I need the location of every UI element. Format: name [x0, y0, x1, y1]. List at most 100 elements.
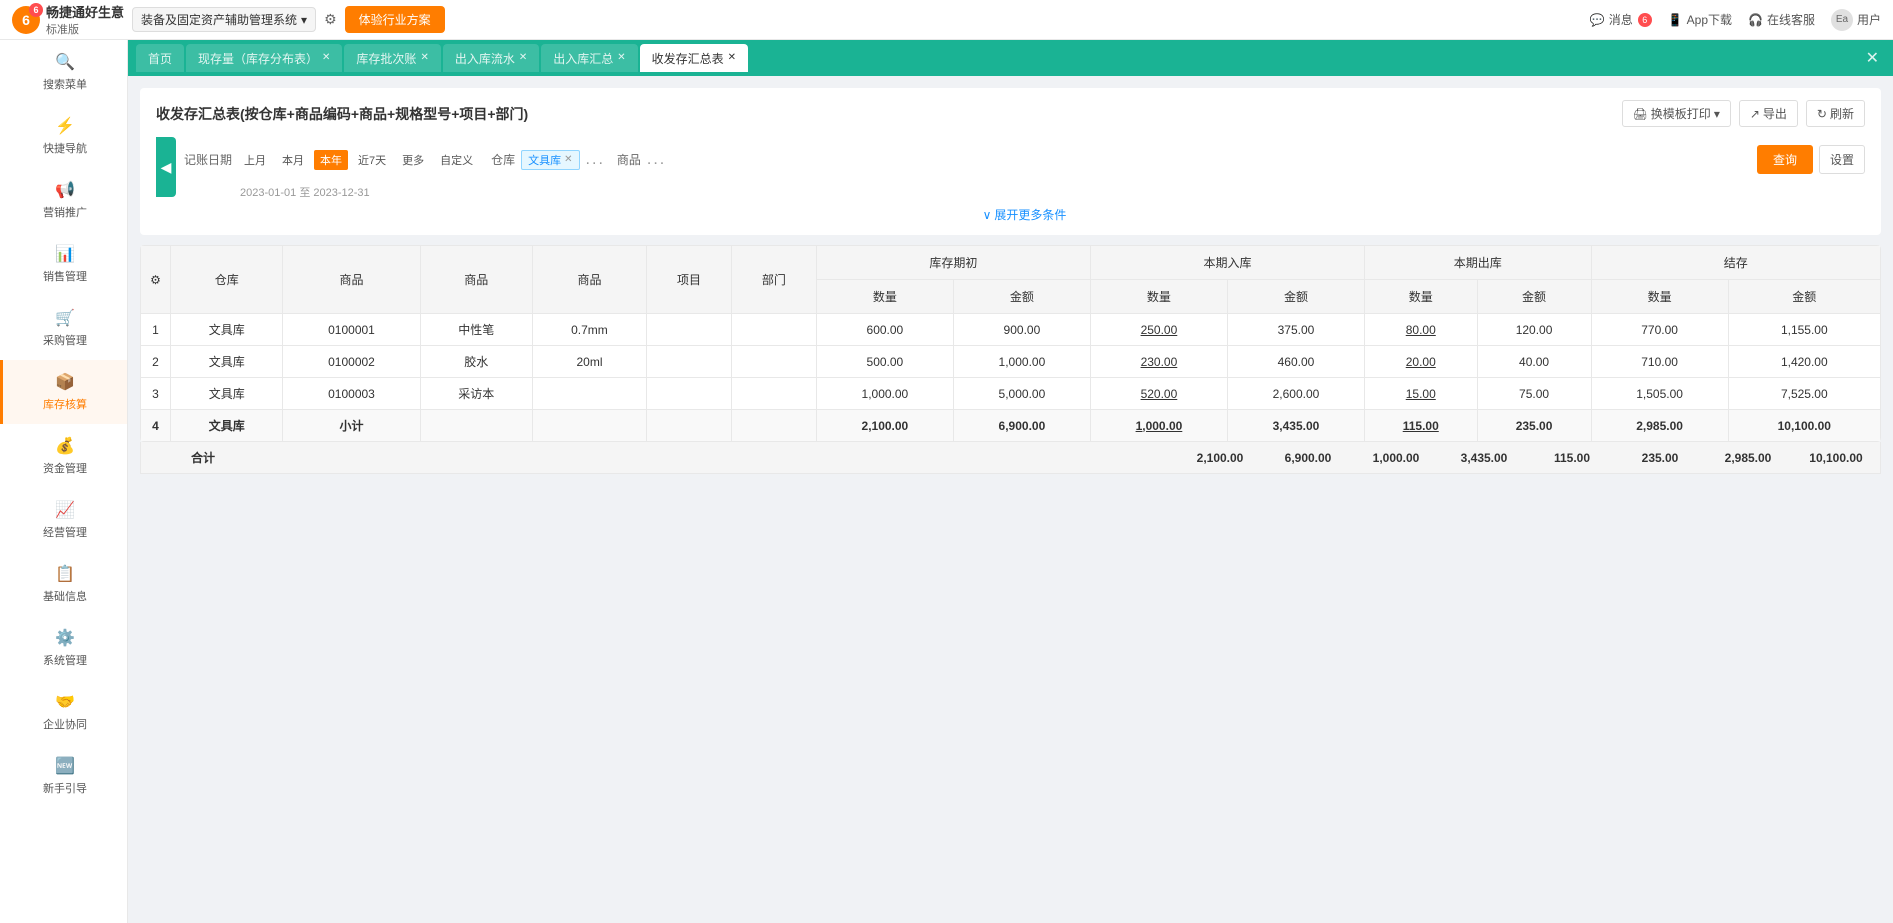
product-more-btn[interactable]: ...: [647, 151, 666, 169]
close-icon[interactable]: ✕: [728, 53, 736, 63]
th-in-group: 本期入库: [1090, 246, 1364, 280]
close-icon[interactable]: ✕: [617, 53, 625, 63]
page-title: 收发存汇总表(按仓库+商品编码+商品+规格型号+项目+部门): [156, 104, 528, 124]
gear-icon[interactable]: ⚙: [324, 11, 337, 28]
tab-inventory-dist[interactable]: 现存量（库存分布表） ✕: [186, 44, 342, 72]
collapse-button[interactable]: ◀: [156, 137, 176, 197]
row-project: [646, 346, 731, 378]
tab-label: 首页: [148, 50, 172, 67]
close-icon[interactable]: ✕: [420, 53, 428, 63]
row-op-amt: 900.00: [953, 314, 1090, 346]
th-in-qty: 数量: [1090, 280, 1227, 314]
close-icon[interactable]: ✕: [322, 53, 330, 63]
row-no: 2: [141, 346, 171, 378]
row-out-qty[interactable]: 80.00: [1364, 314, 1477, 346]
query-button[interactable]: 查询: [1757, 145, 1813, 174]
row-in-amt: 2,600.00: [1227, 378, 1364, 410]
subtotal-label: 小计: [283, 410, 420, 442]
chevron-down-icon: ▾: [301, 13, 307, 27]
page-actions: 🖨 换模板打印 ▾ ↗ 导出 ↻ 刷新: [1622, 100, 1865, 127]
tab-batch[interactable]: 库存批次账 ✕: [344, 44, 440, 72]
row-out-amt: 120.00: [1477, 314, 1591, 346]
refresh-button[interactable]: ↻ 刷新: [1806, 100, 1865, 127]
date-btn-7days[interactable]: 近7天: [352, 150, 392, 170]
row-in-qty[interactable]: 250.00: [1090, 314, 1227, 346]
sidebar-item-enterprise[interactable]: 🤝 企业协同: [0, 680, 127, 744]
sidebar-item-quick-nav[interactable]: ⚡ 快捷导航: [0, 104, 127, 168]
close-icon[interactable]: ✕: [519, 53, 527, 63]
export-button[interactable]: ↗ 导出: [1739, 100, 1798, 127]
row-out-qty[interactable]: 20.00: [1364, 346, 1477, 378]
subtotal-op-amt: 6,900.00: [953, 410, 1090, 442]
row-warehouse: 文具库: [171, 346, 283, 378]
subtotal-out-qty[interactable]: 115.00: [1364, 410, 1477, 442]
new-icon: 🆕: [55, 756, 75, 776]
sidebar-item-search[interactable]: 🔍 搜索菜单: [0, 40, 127, 104]
chevron-down-icon2: ∨: [983, 208, 992, 222]
tab-receive-dispatch[interactable]: 收发存汇总表 ✕: [640, 44, 748, 72]
row-code: 0100002: [283, 346, 420, 378]
sidebar-item-inventory[interactable]: 📦 库存核算: [0, 360, 127, 424]
date-btn-more[interactable]: 更多: [396, 150, 430, 170]
date-range-row: 2023-01-01 至 2023-12-31: [184, 184, 1865, 200]
lightning-icon: ⚡: [55, 116, 75, 136]
refresh-icon: ↻: [1817, 107, 1827, 121]
sidebar-item-sales[interactable]: 📊 销售管理: [0, 232, 127, 296]
layout: 🔍 搜索菜单 ⚡ 快捷导航 📢 营销推广 📊 销售管理 🛒 采购管理 📦 库存核…: [0, 40, 1893, 923]
filter-settings-button[interactable]: 设置: [1819, 145, 1865, 174]
trial-button[interactable]: 体验行业方案: [345, 6, 445, 33]
header-right: 💬 消息 6 📱 App下载 🎧 在线客服 Ea 用户: [1590, 9, 1881, 31]
sidebar-item-marketing[interactable]: 📢 营销推广: [0, 168, 127, 232]
sidebar-item-finance[interactable]: 💰 资金管理: [0, 424, 127, 488]
remove-warehouse-icon[interactable]: ✕: [564, 154, 572, 165]
subtotal-empty3: [646, 410, 731, 442]
warehouse-filter-section: 仓库 文具库 ✕ ...: [491, 150, 605, 170]
date-btn-this-month[interactable]: 本月: [276, 150, 310, 170]
message-btn[interactable]: 💬 消息 6: [1590, 11, 1652, 28]
tab-summary[interactable]: 出入库汇总 ✕: [541, 44, 637, 72]
date-range-text: 2023-01-01 至 2023-12-31: [240, 187, 370, 199]
row-project: [646, 314, 731, 346]
date-btn-last-month[interactable]: 上月: [238, 150, 272, 170]
warehouse-more-btn[interactable]: ...: [586, 151, 605, 169]
warehouse-tag-label: 文具库: [528, 152, 561, 168]
warehouse-tag[interactable]: 文具库 ✕: [521, 150, 579, 170]
row-out-qty[interactable]: 15.00: [1364, 378, 1477, 410]
row-in-qty[interactable]: 230.00: [1090, 346, 1227, 378]
table-row: 1 文具库 0100001 中性笔 0.7mm 600.00 900.00 25…: [141, 314, 1881, 346]
row-cl-amt: 1,420.00: [1728, 346, 1880, 378]
date-btn-this-year[interactable]: 本年: [314, 150, 348, 170]
date-btn-custom[interactable]: 自定义: [434, 150, 479, 170]
handshake-icon: 🤝: [55, 692, 75, 712]
sidebar-item-purchase[interactable]: 🛒 采购管理: [0, 296, 127, 360]
sidebar-item-operations[interactable]: 📈 经营管理: [0, 488, 127, 552]
sidebar-item-basic-info[interactable]: 📋 基础信息: [0, 552, 127, 616]
sidebar-item-guide[interactable]: 🆕 新手引导: [0, 744, 127, 808]
close-all-icon[interactable]: ✕: [1860, 48, 1885, 69]
user-btn[interactable]: Ea 用户: [1831, 9, 1881, 31]
sidebar-item-system[interactable]: ⚙️ 系统管理: [0, 616, 127, 680]
online-service-btn[interactable]: 🎧 在线客服: [1748, 11, 1815, 28]
print-button[interactable]: 🖨 换模板打印 ▾: [1622, 100, 1731, 127]
row-dept: [731, 314, 816, 346]
expand-more-conditions[interactable]: ∨ 展开更多条件: [983, 206, 1067, 223]
subtotal-in-qty[interactable]: 1,000.00: [1090, 410, 1227, 442]
logo-icon: 6 6: [12, 6, 40, 34]
row-code: 0100003: [283, 378, 420, 410]
gear2-icon: ⚙️: [55, 628, 75, 648]
sidebar-item-label: 新手引导: [43, 780, 87, 796]
sidebar-item-label: 快捷导航: [43, 140, 87, 156]
message-badge: 6: [1638, 13, 1652, 27]
tab-flow[interactable]: 出入库流水 ✕: [443, 44, 539, 72]
tab-bar: 首页 现存量（库存分布表） ✕ 库存批次账 ✕ 出入库流水 ✕ 出入库汇总 ✕ …: [128, 40, 1893, 76]
row-op-qty: 1,000.00: [816, 378, 953, 410]
th-out-qty: 数量: [1364, 280, 1477, 314]
sidebar-item-label: 营销推广: [43, 204, 87, 220]
table-row: 3 文具库 0100003 采访本 1,000.00 5,000.00 520.…: [141, 378, 1881, 410]
tab-home[interactable]: 首页: [136, 44, 184, 72]
app-download-btn[interactable]: 📱 App下载: [1668, 11, 1732, 28]
row-in-qty[interactable]: 520.00: [1090, 378, 1227, 410]
system-selector[interactable]: 装备及固定资产辅助管理系统 ▾: [132, 7, 316, 32]
th-settings[interactable]: ⚙: [141, 246, 171, 314]
row-project: [646, 378, 731, 410]
